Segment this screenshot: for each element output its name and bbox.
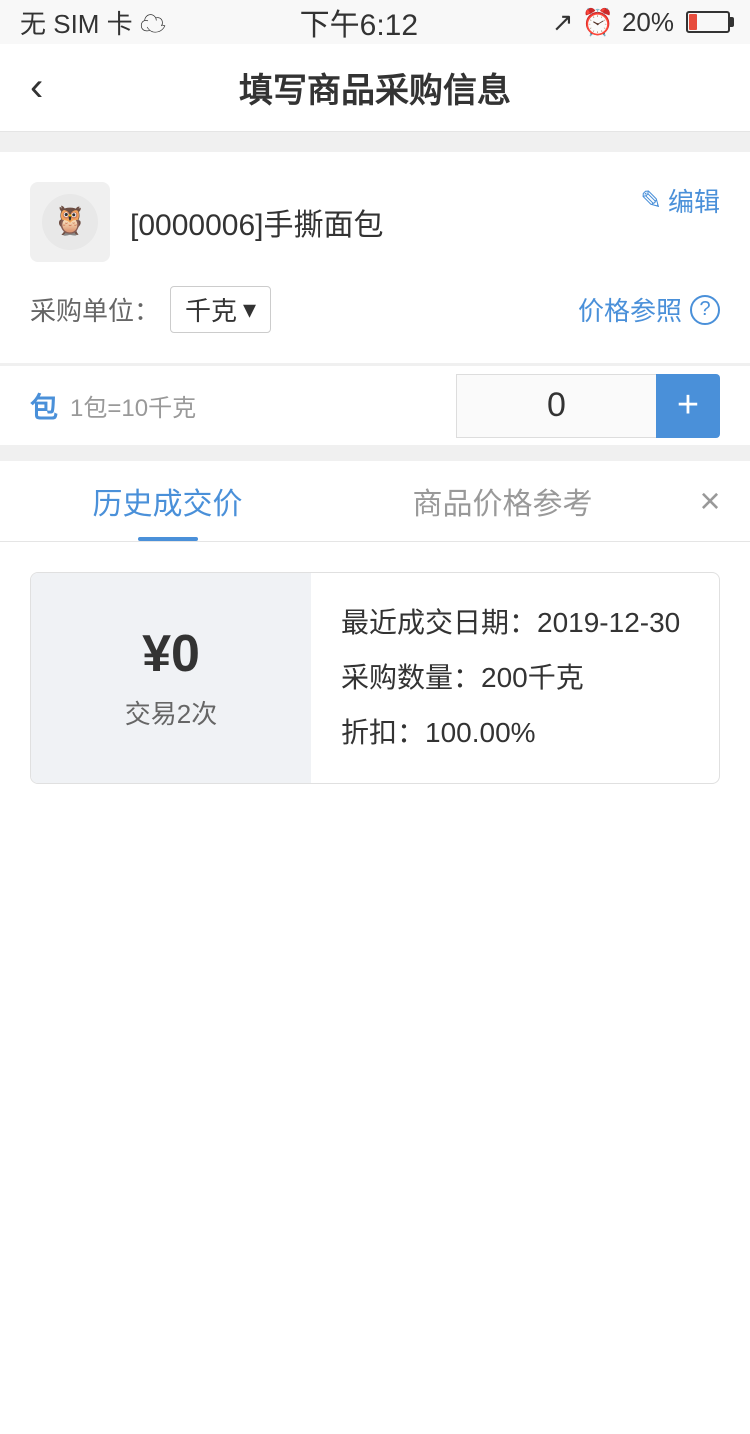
- page-title: 填写商品采购信息: [239, 63, 511, 112]
- status-left: 无 SIM 卡 ☁: [20, 4, 166, 41]
- quantity-unit-main: 包: [30, 386, 58, 426]
- history-recent-date: 最近成交日期：2019-12-30: [341, 603, 689, 642]
- location-icon: ↗: [552, 7, 574, 38]
- bottom-panel: 历史成交价 商品价格参考 × ¥0 交易2次 最近成交日期：2019-12-30…: [0, 461, 750, 814]
- nav-bar: ‹ 填写商品采购信息: [0, 44, 750, 132]
- product-section: 🦉 [0000006]手撕面包 ✎ 编辑 采购单位： 千克 ▾ 价格参照 ?: [0, 152, 750, 363]
- tab-history-label: 历史成交价: [93, 479, 243, 523]
- tab-close-button[interactable]: ×: [670, 461, 750, 541]
- alarm-icon: ⏰: [582, 7, 614, 38]
- quantity-label: 包 1包=10千克: [30, 386, 196, 426]
- svg-text:🦉: 🦉: [53, 205, 88, 237]
- recent-date-label: 最近成交日期：: [341, 607, 537, 638]
- history-card-left: ¥0 交易2次: [31, 573, 311, 783]
- product-left: 🦉 [0000006]手撕面包: [30, 182, 383, 262]
- status-bar: 无 SIM 卡 ☁ 下午6:12 ↗ ⏰ 20%: [0, 0, 750, 44]
- history-price: ¥0: [142, 624, 200, 684]
- unit-label: 采购单位： 千克 ▾: [30, 286, 271, 333]
- battery-icon: [686, 11, 730, 33]
- quantity-input[interactable]: 0: [456, 374, 656, 438]
- section-divider: [0, 445, 750, 461]
- edit-icon: ✎: [640, 185, 662, 216]
- page-body: [0, 814, 750, 1434]
- edit-label: 编辑: [668, 182, 720, 219]
- tab-price-ref-label: 商品价格参考: [413, 479, 593, 523]
- discount-value: 100.00%: [425, 717, 536, 748]
- help-icon: ?: [690, 295, 720, 325]
- tab-product-price-ref[interactable]: 商品价格参考: [335, 461, 670, 541]
- back-button[interactable]: ‹: [30, 65, 43, 110]
- product-name: [0000006]手撕面包: [130, 200, 383, 244]
- unit-dropdown[interactable]: 千克 ▾: [170, 286, 271, 333]
- quantity-unit-sub: 1包=10千克: [70, 388, 196, 423]
- edit-button[interactable]: ✎ 编辑: [640, 182, 720, 219]
- history-purchase-qty: 采购数量：200千克: [341, 658, 689, 697]
- tabs-row: 历史成交价 商品价格参考 ×: [0, 461, 750, 542]
- unit-value: 千克: [185, 291, 237, 328]
- product-header: 🦉 [0000006]手撕面包 ✎ 编辑: [30, 182, 720, 262]
- tab-active-underline: [138, 537, 198, 541]
- price-reference-button[interactable]: 价格参照 ?: [578, 291, 720, 328]
- tab-history-price[interactable]: 历史成交价: [0, 461, 335, 541]
- qty-label: 采购数量：: [341, 662, 481, 693]
- dropdown-arrow-icon: ▾: [243, 294, 256, 325]
- discount-label: 折扣：: [341, 717, 425, 748]
- quantity-controls: 0 +: [456, 374, 720, 438]
- price-ref-label: 价格参照: [578, 291, 682, 328]
- status-time: 下午6:12: [300, 0, 418, 44]
- product-thumbnail: 🦉: [30, 182, 110, 262]
- product-unit-row: 采购单位： 千克 ▾ 价格参照 ?: [30, 286, 720, 333]
- quantity-section: 包 1包=10千克 0 +: [0, 365, 750, 445]
- quantity-plus-button[interactable]: +: [656, 374, 720, 438]
- status-right: ↗ ⏰ 20%: [552, 7, 730, 38]
- qty-value: 200千克: [481, 662, 584, 693]
- history-transaction-count: 交易2次: [125, 694, 217, 731]
- signal-label: 无 SIM 卡 ☁: [20, 4, 166, 41]
- history-discount: 折扣：100.00%: [341, 713, 689, 752]
- product-logo-icon: 🦉: [40, 192, 100, 252]
- unit-label-text: 采购单位：: [30, 291, 160, 328]
- history-card-right: 最近成交日期：2019-12-30 采购数量：200千克 折扣：100.00%: [311, 573, 719, 783]
- history-card: ¥0 交易2次 最近成交日期：2019-12-30 采购数量：200千克 折扣：…: [30, 572, 720, 784]
- history-content: ¥0 交易2次 最近成交日期：2019-12-30 采购数量：200千克 折扣：…: [0, 542, 750, 814]
- battery-label: 20%: [622, 7, 674, 38]
- recent-date-value: 2019-12-30: [537, 607, 680, 638]
